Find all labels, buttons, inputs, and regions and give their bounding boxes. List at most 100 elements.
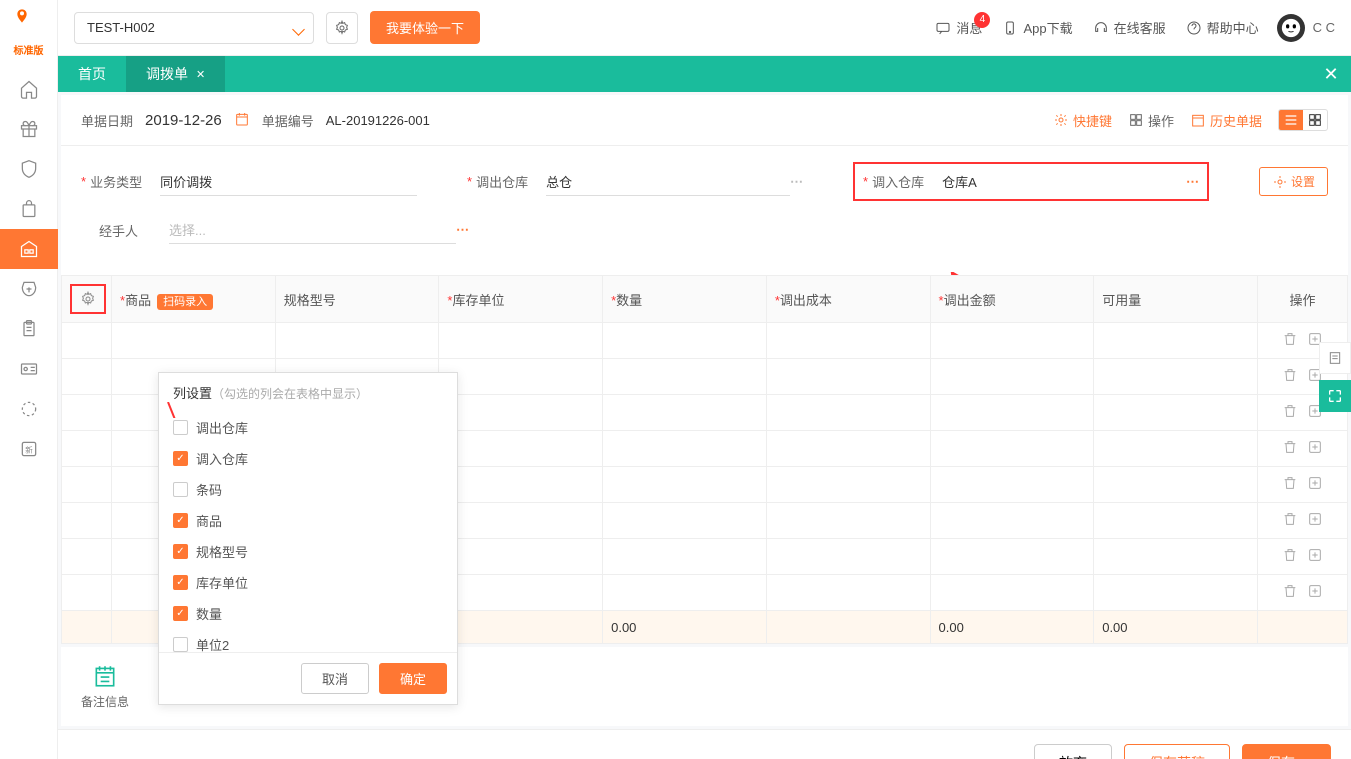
- column-item-label: 库存单位: [196, 573, 248, 592]
- column-checkbox-item[interactable]: ✓数量: [173, 598, 443, 629]
- column-checkbox-item[interactable]: ✓ 调入仓库: [173, 443, 443, 474]
- popover-annotation-arrow: [163, 402, 179, 418]
- tabs-close-all-icon[interactable]: ✕: [1311, 56, 1351, 92]
- nav-bag-icon[interactable]: [0, 189, 58, 229]
- save-button[interactable]: 保存▾: [1242, 744, 1331, 759]
- topbar: TEST-H002 我要体验一下 消息 4 App下载 在线客服 帮助中心: [58, 0, 1351, 56]
- add-row-icon[interactable]: [1307, 475, 1323, 494]
- add-row-icon[interactable]: [1307, 439, 1323, 458]
- checkbox-icon[interactable]: ✓: [173, 544, 188, 559]
- tab-current[interactable]: 调拨单✕: [126, 56, 225, 92]
- delete-row-icon[interactable]: [1282, 475, 1298, 494]
- nav-money-icon[interactable]: [0, 269, 58, 309]
- dots-icon[interactable]: ⋯: [790, 174, 803, 190]
- column-item-label: 调入仓库: [196, 449, 248, 468]
- column-checkbox-item[interactable]: 调出仓库: [173, 412, 443, 443]
- save-draft-button[interactable]: 保存草稿: [1124, 744, 1230, 759]
- checkbox-icon[interactable]: [173, 482, 188, 497]
- delete-row-icon[interactable]: [1282, 583, 1298, 602]
- popover-hint: （勾选的列会在表格中显示）: [212, 387, 368, 401]
- brand-label: 标准版: [14, 42, 44, 57]
- th-out-cost: *调出成本: [766, 276, 930, 323]
- column-checkbox-item[interactable]: 条码: [173, 474, 443, 505]
- column-checkbox-item[interactable]: ✓ 库存单位: [173, 567, 443, 598]
- delete-row-icon[interactable]: [1282, 331, 1298, 350]
- user-avatar[interactable]: [1277, 14, 1305, 42]
- view-toggle: [1278, 109, 1328, 131]
- shortcut-tool[interactable]: 快捷键: [1053, 111, 1112, 130]
- form-card: *业务类型 同价调拨 *调出仓库 总仓 ⋯ *调入仓库 仓库A ⋯: [61, 146, 1348, 275]
- tab-bar: 首页 调拨单✕ ✕: [58, 56, 1351, 92]
- app-download-link[interactable]: App下载: [1002, 18, 1072, 37]
- footer-qty: 0.00: [603, 611, 767, 644]
- dots-icon[interactable]: ⋯: [456, 222, 469, 238]
- trial-button[interactable]: 我要体验一下: [370, 11, 480, 44]
- left-sidebar: 标准版 新: [0, 0, 58, 759]
- checkbox-icon[interactable]: ✓: [173, 575, 188, 590]
- dots-icon[interactable]: ⋯: [1186, 174, 1199, 190]
- view-grid-icon[interactable]: [1303, 110, 1327, 130]
- nav-home-icon[interactable]: [0, 69, 58, 109]
- delete-row-icon[interactable]: [1282, 367, 1298, 386]
- column-checkbox-item[interactable]: ✓ 规格型号: [173, 536, 443, 567]
- calendar-icon[interactable]: [234, 111, 250, 130]
- checkbox-icon[interactable]: [173, 420, 188, 435]
- tab-home[interactable]: 首页: [58, 56, 126, 92]
- nav-clipboard-icon[interactable]: [0, 309, 58, 349]
- delete-row-icon[interactable]: [1282, 547, 1298, 566]
- discard-button[interactable]: 放弃: [1034, 744, 1112, 759]
- th-out-amount: *调出金额: [930, 276, 1094, 323]
- add-row-icon[interactable]: [1307, 547, 1323, 566]
- delete-row-icon[interactable]: [1282, 439, 1298, 458]
- history-tool[interactable]: 历史单据: [1190, 111, 1262, 130]
- view-list-icon[interactable]: [1279, 110, 1303, 130]
- checkbox-icon[interactable]: ✓: [173, 513, 188, 528]
- footer-actions: 放弃 保存草稿 保存▾: [58, 729, 1351, 759]
- messages-badge: 4: [974, 12, 990, 28]
- nav-shield-icon[interactable]: [0, 149, 58, 189]
- table-row[interactable]: [62, 323, 1348, 359]
- nav-gift-icon[interactable]: [0, 109, 58, 149]
- add-row-icon[interactable]: [1307, 511, 1323, 530]
- field-settings-button[interactable]: 设置: [1259, 167, 1328, 196]
- popover-ok-button[interactable]: 确定: [379, 663, 447, 694]
- checkbox-icon[interactable]: [173, 637, 188, 652]
- help-center-link[interactable]: 帮助中心: [1186, 18, 1259, 37]
- field-handler[interactable]: 经手人 选择... ⋯: [99, 216, 469, 244]
- column-item-label: 单位2: [196, 635, 229, 652]
- th-available: 可用量: [1094, 276, 1258, 323]
- th-spec: 规格型号: [275, 276, 439, 323]
- nav-new-icon[interactable]: 新: [0, 429, 58, 469]
- nav-warehouse-icon[interactable]: [0, 229, 58, 269]
- customer-service-link[interactable]: 在线客服: [1093, 18, 1166, 37]
- action-tool[interactable]: 操作: [1128, 111, 1174, 130]
- field-in-warehouse[interactable]: *调入仓库 仓库A ⋯: [853, 162, 1209, 201]
- scan-entry-button[interactable]: 扫码录入: [157, 294, 213, 310]
- checkbox-icon[interactable]: ✓: [173, 451, 188, 466]
- th-ops: 操作: [1258, 276, 1348, 323]
- column-settings-header[interactable]: [62, 276, 112, 323]
- org-selector[interactable]: TEST-H002: [74, 12, 314, 44]
- column-item-label: 商品: [196, 511, 222, 530]
- column-checkbox-item[interactable]: 单位2: [173, 629, 443, 652]
- notes-float-icon[interactable]: [1319, 342, 1351, 374]
- tab-close-icon[interactable]: ✕: [196, 68, 205, 81]
- delete-row-icon[interactable]: [1282, 511, 1298, 530]
- footer-available: 0.00: [1094, 611, 1258, 644]
- footer-out-amount: 0.00: [930, 611, 1094, 644]
- popover-cancel-button[interactable]: 取消: [301, 663, 369, 694]
- expand-float-icon[interactable]: [1319, 380, 1351, 412]
- checkbox-icon[interactable]: ✓: [173, 606, 188, 621]
- nav-id-icon[interactable]: [0, 349, 58, 389]
- messages-link[interactable]: 消息 4: [935, 18, 982, 37]
- field-out-warehouse[interactable]: *调出仓库 总仓 ⋯: [467, 168, 803, 196]
- nav-dots-icon[interactable]: [0, 389, 58, 429]
- delete-row-icon[interactable]: [1282, 403, 1298, 422]
- add-row-icon[interactable]: [1307, 583, 1323, 602]
- column-item-label: 规格型号: [196, 542, 248, 561]
- chevron-down-icon: ▾: [1299, 755, 1306, 759]
- settings-gear-button[interactable]: [326, 12, 358, 44]
- field-biz-type[interactable]: *业务类型 同价调拨: [81, 168, 417, 196]
- column-checkbox-item[interactable]: ✓ 商品: [173, 505, 443, 536]
- floating-tools: [1319, 342, 1351, 412]
